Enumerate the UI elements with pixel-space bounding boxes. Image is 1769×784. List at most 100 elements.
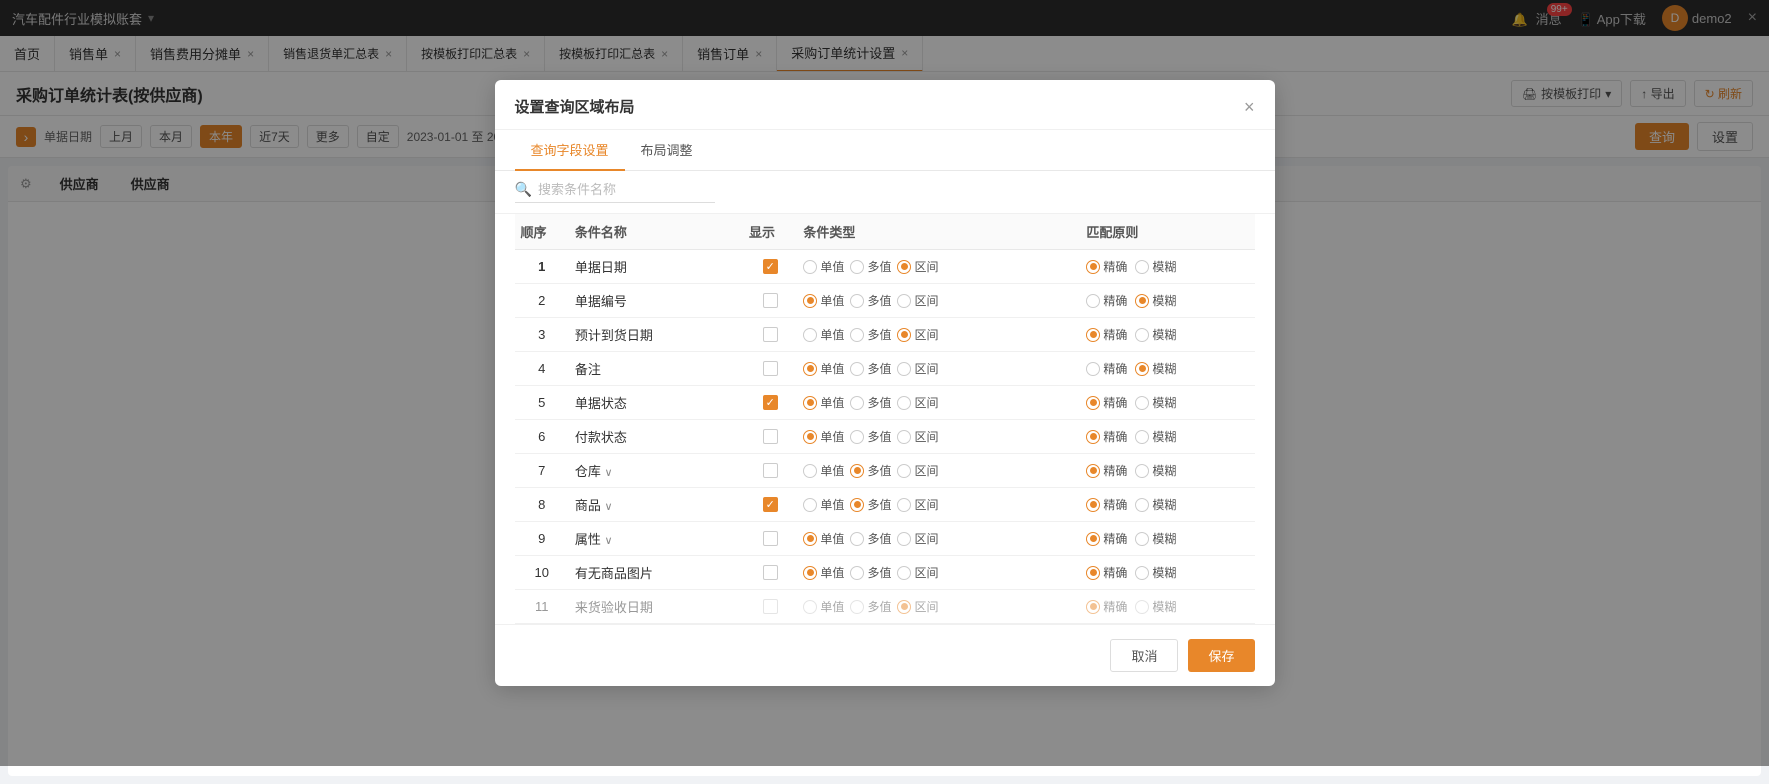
match-radio-精确[interactable]: 精确 bbox=[1086, 496, 1127, 513]
match-radio-精确[interactable]: 精确 bbox=[1086, 360, 1127, 377]
display-checkbox[interactable] bbox=[763, 429, 778, 444]
row-display[interactable] bbox=[743, 420, 797, 454]
type-radio-多值[interactable]: 多值 bbox=[850, 360, 891, 377]
type-radio-单值[interactable]: 单值 bbox=[803, 530, 844, 547]
type-radio-单值[interactable]: 单值 bbox=[803, 462, 844, 479]
row-display[interactable] bbox=[743, 318, 797, 352]
dialog-close-button[interactable]: × bbox=[1244, 98, 1255, 116]
type-radio-区间[interactable]: 区间 bbox=[897, 530, 938, 547]
search-input[interactable] bbox=[538, 182, 698, 197]
row-order: 4 bbox=[515, 352, 569, 386]
type-radio-单值[interactable]: 单值 bbox=[803, 326, 844, 343]
match-radio-模糊[interactable]: 模糊 bbox=[1135, 326, 1176, 343]
type-radio-区间[interactable]: 区间 bbox=[897, 496, 938, 513]
match-radio-circle bbox=[1086, 430, 1100, 444]
match-radio-模糊[interactable]: 模糊 bbox=[1135, 530, 1176, 547]
match-radio-circle bbox=[1086, 600, 1100, 614]
type-radio-多值[interactable]: 多值 bbox=[850, 598, 891, 615]
type-radio-单值[interactable]: 单值 bbox=[803, 496, 844, 513]
type-radio-多值[interactable]: 多值 bbox=[850, 462, 891, 479]
display-checkbox[interactable] bbox=[763, 463, 778, 478]
type-radio-区间[interactable]: 区间 bbox=[897, 564, 938, 581]
match-radio-精确[interactable]: 精确 bbox=[1086, 462, 1127, 479]
type-radio-多值[interactable]: 多值 bbox=[850, 564, 891, 581]
match-radio-模糊[interactable]: 模糊 bbox=[1135, 394, 1176, 411]
type-radio-单值[interactable]: 单值 bbox=[803, 360, 844, 377]
radio-circle bbox=[803, 396, 817, 410]
type-radio-区间[interactable]: 区间 bbox=[897, 462, 938, 479]
type-radio-区间[interactable]: 区间 bbox=[897, 598, 938, 615]
type-radio-区间[interactable]: 区间 bbox=[897, 394, 938, 411]
row-display[interactable] bbox=[743, 556, 797, 590]
match-radio-模糊[interactable]: 模糊 bbox=[1135, 462, 1176, 479]
match-radio-精确[interactable]: 精确 bbox=[1086, 428, 1127, 445]
match-radio-模糊[interactable]: 模糊 bbox=[1135, 292, 1176, 309]
type-radio-区间[interactable]: 区间 bbox=[897, 428, 938, 445]
row-order: 9 bbox=[515, 522, 569, 556]
match-radio-circle bbox=[1135, 600, 1149, 614]
row-type: 单值多值区间 bbox=[797, 420, 1080, 454]
match-radio-精确[interactable]: 精确 bbox=[1086, 326, 1127, 343]
match-radio-模糊[interactable]: 模糊 bbox=[1135, 564, 1176, 581]
row-order: 1 bbox=[515, 250, 569, 284]
display-checkbox[interactable] bbox=[763, 327, 778, 342]
row-display[interactable] bbox=[743, 284, 797, 318]
match-radio-精确[interactable]: 精确 bbox=[1086, 394, 1127, 411]
type-radio-多值[interactable]: 多值 bbox=[850, 530, 891, 547]
display-checkbox[interactable] bbox=[763, 293, 778, 308]
display-checkbox[interactable] bbox=[763, 361, 778, 376]
row-display[interactable] bbox=[743, 590, 797, 624]
type-radio-多值[interactable]: 多值 bbox=[850, 326, 891, 343]
type-radio-单值[interactable]: 单值 bbox=[803, 598, 844, 615]
dialog-header: 设置查询区域布局 × bbox=[495, 80, 1275, 130]
type-radio-多值[interactable]: 多值 bbox=[850, 394, 891, 411]
display-checkbox[interactable] bbox=[763, 497, 778, 512]
match-radio-精确[interactable]: 精确 bbox=[1086, 292, 1127, 309]
row-name: 备注 bbox=[569, 352, 743, 386]
match-radio-模糊[interactable]: 模糊 bbox=[1135, 360, 1176, 377]
type-radio-单值[interactable]: 单值 bbox=[803, 292, 844, 309]
type-radio-多值[interactable]: 多值 bbox=[850, 428, 891, 445]
type-radio-多值[interactable]: 多值 bbox=[850, 292, 891, 309]
type-radio-区间[interactable]: 区间 bbox=[897, 258, 938, 275]
type-radio-单值[interactable]: 单值 bbox=[803, 428, 844, 445]
row-display[interactable] bbox=[743, 250, 797, 284]
dialog-tab-query[interactable]: 查询字段设置 bbox=[515, 130, 625, 171]
type-radio-区间[interactable]: 区间 bbox=[897, 360, 938, 377]
type-radio-单值[interactable]: 单值 bbox=[803, 394, 844, 411]
display-checkbox[interactable] bbox=[763, 259, 778, 274]
radio-circle bbox=[803, 294, 817, 308]
dialog-tab-layout[interactable]: 布局调整 bbox=[625, 130, 709, 171]
row-name: 有无商品图片 bbox=[569, 556, 743, 590]
row-match: 精确模糊 bbox=[1080, 556, 1254, 590]
type-radio-单值[interactable]: 单值 bbox=[803, 564, 844, 581]
radio-circle bbox=[803, 566, 817, 580]
row-display[interactable] bbox=[743, 386, 797, 420]
display-checkbox[interactable] bbox=[763, 599, 778, 614]
cancel-button[interactable]: 取消 bbox=[1110, 639, 1178, 672]
display-checkbox[interactable] bbox=[763, 395, 778, 410]
row-display[interactable] bbox=[743, 488, 797, 522]
radio-circle bbox=[850, 498, 864, 512]
radio-circle bbox=[850, 362, 864, 376]
save-button[interactable]: 保存 bbox=[1188, 639, 1254, 672]
match-radio-精确[interactable]: 精确 bbox=[1086, 258, 1127, 275]
row-display[interactable] bbox=[743, 454, 797, 488]
display-checkbox[interactable] bbox=[763, 531, 778, 546]
row-display[interactable] bbox=[743, 522, 797, 556]
radio-circle bbox=[803, 498, 817, 512]
match-radio-精确[interactable]: 精确 bbox=[1086, 598, 1127, 615]
match-radio-模糊[interactable]: 模糊 bbox=[1135, 258, 1176, 275]
match-radio-精确[interactable]: 精确 bbox=[1086, 530, 1127, 547]
match-radio-模糊[interactable]: 模糊 bbox=[1135, 598, 1176, 615]
type-radio-区间[interactable]: 区间 bbox=[897, 292, 938, 309]
type-radio-多值[interactable]: 多值 bbox=[850, 258, 891, 275]
match-radio-精确[interactable]: 精确 bbox=[1086, 564, 1127, 581]
row-display[interactable] bbox=[743, 352, 797, 386]
type-radio-区间[interactable]: 区间 bbox=[897, 326, 938, 343]
type-radio-多值[interactable]: 多值 bbox=[850, 496, 891, 513]
type-radio-单值[interactable]: 单值 bbox=[803, 258, 844, 275]
display-checkbox[interactable] bbox=[763, 565, 778, 580]
match-radio-模糊[interactable]: 模糊 bbox=[1135, 428, 1176, 445]
match-radio-模糊[interactable]: 模糊 bbox=[1135, 496, 1176, 513]
